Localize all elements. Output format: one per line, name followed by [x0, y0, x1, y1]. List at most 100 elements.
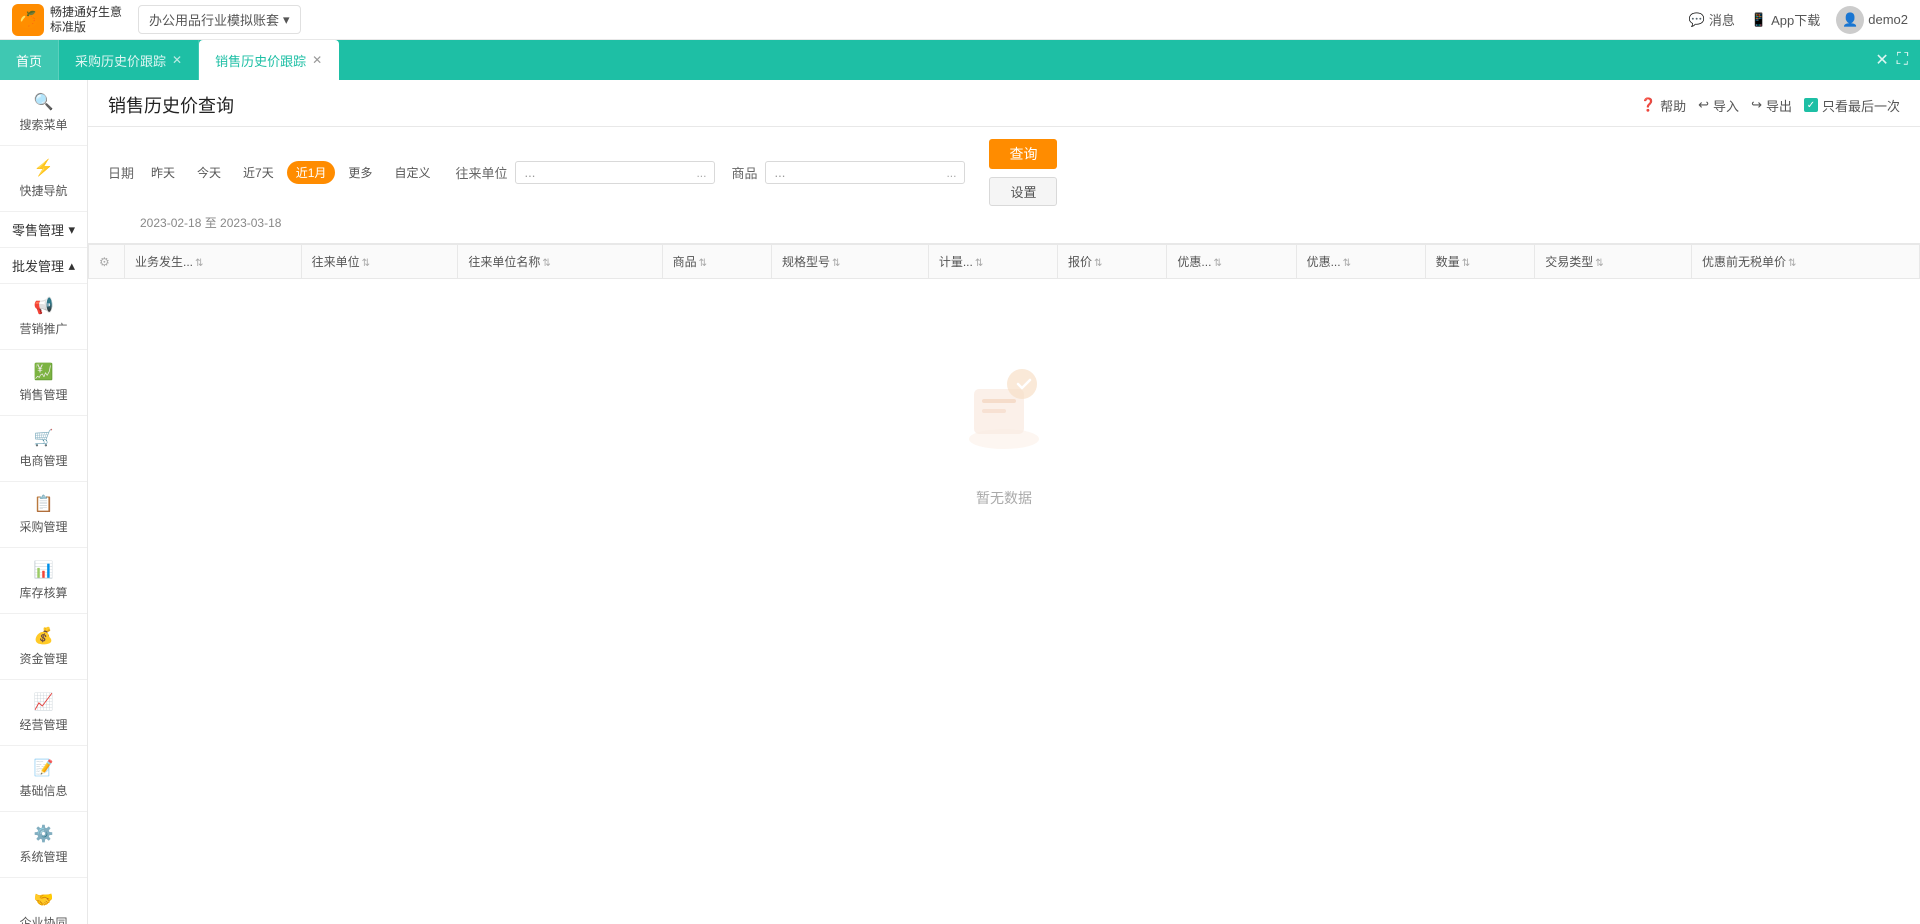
table-header-row: ⚙ 业务发生...⇅ 往来单位⇅ 往来单位名称⇅ 商品⇅ 规格型号⇅ 计量...…: [89, 245, 1920, 279]
partner-input-icon: ...: [696, 166, 706, 180]
sidebar-item-operations-label: 经营管理: [19, 716, 67, 733]
filter-area: 日期 昨天 今天 近7天 近1月 更多 自定义 往来单位 ... .: [88, 127, 1920, 244]
app-download-button[interactable]: 📱 App下载: [1751, 10, 1820, 29]
close-window-button[interactable]: ✕: [1875, 50, 1888, 70]
page-header: 销售历史价查询 ❓ 帮助 ↩ 导入 ↪ 导出 ✓: [88, 80, 1920, 127]
goods-input-icon: ...: [946, 166, 956, 180]
help-icon: ❓: [1640, 97, 1656, 113]
quick-nav-icon: ⚡: [34, 158, 54, 178]
tab-bar-right: ✕ ⛶: [1875, 40, 1920, 80]
tab-sales-history-close[interactable]: ✕: [312, 53, 322, 67]
system-mgmt-icon: ⚙️: [34, 824, 54, 844]
table-settings-icon[interactable]: ⚙: [99, 255, 110, 269]
sidebar-item-enterprise-collab[interactable]: 🤝 企业协同: [0, 878, 87, 924]
tab-purchase-history-close[interactable]: ✕: [172, 53, 182, 67]
sidebar-item-sales-mgmt[interactable]: 💹 销售管理: [0, 350, 87, 416]
tab-purchase-history-label: 采购历史价跟踪: [75, 51, 166, 70]
date-btn-last1m[interactable]: 近1月: [287, 161, 336, 184]
tab-purchase-history[interactable]: 采购历史价跟踪 ✕: [59, 40, 199, 80]
main-layout: 🔍 搜索菜单 ⚡ 快捷导航 零售管理 ▾ 批发管理 ▴ 📢 营销推广 💹 销售管…: [0, 80, 1920, 924]
goods-filter: 商品 ... ...: [731, 161, 965, 184]
sidebar-item-quick-nav-label: 快捷导航: [19, 182, 67, 199]
import-icon: ↩: [1698, 97, 1709, 113]
tab-home[interactable]: 首页: [0, 40, 59, 80]
sales-mgmt-icon: 💹: [34, 362, 54, 382]
sidebar-item-inventory[interactable]: 📊 库存核算: [0, 548, 87, 614]
help-button[interactable]: ❓ 帮助: [1640, 96, 1686, 115]
export-button[interactable]: ↪ 导出: [1751, 96, 1792, 115]
date-btn-more[interactable]: 更多: [339, 161, 381, 184]
query-button[interactable]: 查询: [989, 139, 1057, 169]
date-range-display: 2023-02-18 至 2023-03-18: [140, 214, 281, 231]
filter-actions: 查询 设置: [989, 139, 1057, 206]
sidebar-item-system-mgmt[interactable]: ⚙️ 系统管理: [0, 812, 87, 878]
col-price[interactable]: 报价⇅: [1058, 245, 1167, 279]
sidebar-item-retail-mgmt[interactable]: 零售管理 ▾: [0, 212, 87, 248]
export-icon: ↪: [1751, 97, 1762, 113]
col-unit[interactable]: 计量...⇅: [928, 245, 1057, 279]
sidebar-item-quick-nav[interactable]: ⚡ 快捷导航: [0, 146, 87, 212]
sidebar-item-purchase[interactable]: 📋 采购管理: [0, 482, 87, 548]
partner-input[interactable]: ... ...: [515, 161, 715, 184]
page-title: 销售历史价查询: [108, 92, 234, 118]
message-button[interactable]: 💬 消息: [1689, 10, 1735, 29]
sidebar-item-ecommerce[interactable]: 🛒 电商管理: [0, 416, 87, 482]
workspace-label: 办公用品行业模拟账套: [149, 10, 279, 29]
search-icon: 🔍: [34, 92, 54, 112]
logo-icon: 🍊: [12, 4, 44, 36]
date-btn-yesterday[interactable]: 昨天: [142, 161, 184, 184]
inventory-icon: 📊: [34, 560, 54, 580]
tab-sales-history[interactable]: 销售历史价跟踪 ✕: [199, 40, 339, 80]
col-discount2[interactable]: 优惠...⇅: [1296, 245, 1425, 279]
user-menu[interactable]: 👤 demo2: [1836, 6, 1908, 34]
col-pretax-price[interactable]: 优惠前无税单价⇅: [1692, 245, 1920, 279]
date-btn-custom[interactable]: 自定义: [385, 161, 439, 184]
col-partner-name[interactable]: 往来单位名称⇅: [458, 245, 662, 279]
empty-state: 暂无数据: [88, 279, 1920, 588]
workspace-selector[interactable]: 办公用品行业模拟账套 ▾: [138, 5, 301, 34]
date-filter-label: 日期: [108, 163, 134, 182]
tab-bar: 首页 采购历史价跟踪 ✕ 销售历史价跟踪 ✕ ✕ ⛶: [0, 40, 1920, 80]
col-biz-date[interactable]: 业务发生...⇅: [125, 245, 302, 279]
avatar: 👤: [1836, 6, 1864, 34]
purchase-icon: 📋: [34, 494, 54, 514]
maximize-window-button[interactable]: ⛶: [1897, 51, 1908, 69]
logo-area: 🍊 畅捷通好生意 标准版: [12, 4, 122, 36]
col-goods[interactable]: 商品⇅: [662, 245, 771, 279]
basic-info-icon: 📝: [34, 758, 54, 778]
top-bar: 🍊 畅捷通好生意 标准版 办公用品行业模拟账套 ▾ 💬 消息 📱 App下载 👤…: [0, 0, 1920, 40]
setting-button[interactable]: 设置: [989, 177, 1057, 206]
filter-row2: 2023-02-18 至 2023-03-18: [108, 214, 1900, 231]
app-icon: 📱: [1751, 12, 1767, 28]
sidebar-item-search-menu-label: 搜索菜单: [19, 116, 67, 133]
col-trade-type[interactable]: 交易类型⇅: [1535, 245, 1692, 279]
col-quantity[interactable]: 数量⇅: [1425, 245, 1534, 279]
sidebar-item-search-menu[interactable]: 🔍 搜索菜单: [0, 80, 87, 146]
top-bar-left: 🍊 畅捷通好生意 标准版 办公用品行业模拟账套 ▾: [12, 4, 301, 36]
col-discount1[interactable]: 优惠...⇅: [1167, 245, 1296, 279]
enterprise-collab-icon: 🤝: [34, 890, 54, 910]
col-partner-code[interactable]: 往来单位⇅: [301, 245, 458, 279]
message-icon: 💬: [1689, 12, 1705, 28]
wholesale-mgmt-label: 批发管理: [12, 256, 64, 275]
sidebar-item-marketing[interactable]: 📢 营销推广: [0, 284, 87, 350]
page-header-actions: ❓ 帮助 ↩ 导入 ↪ 导出 ✓ 只看最后一次: [1640, 96, 1900, 115]
show-last-once-toggle[interactable]: ✓ 只看最后一次: [1804, 96, 1900, 115]
sidebar-item-operations[interactable]: 📈 经营管理: [0, 680, 87, 746]
ecommerce-icon: 🛒: [34, 428, 54, 448]
col-spec[interactable]: 规格型号⇅: [772, 245, 929, 279]
import-button[interactable]: ↩ 导入: [1698, 96, 1739, 115]
sidebar-item-basic-info-label: 基础信息: [19, 782, 67, 799]
sidebar-item-wholesale-mgmt[interactable]: 批发管理 ▴: [0, 248, 87, 284]
data-table: ⚙ 业务发生...⇅ 往来单位⇅ 往来单位名称⇅ 商品⇅ 规格型号⇅ 计量...…: [88, 244, 1920, 279]
sidebar-item-ecommerce-label: 电商管理: [19, 452, 67, 469]
goods-input[interactable]: ... ...: [765, 161, 965, 184]
table-container: ⚙ 业务发生...⇅ 往来单位⇅ 往来单位名称⇅ 商品⇅ 规格型号⇅ 计量...…: [88, 244, 1920, 924]
sidebar-item-basic-info[interactable]: 📝 基础信息: [0, 746, 87, 812]
sidebar-item-finance[interactable]: 💰 资金管理: [0, 614, 87, 680]
top-bar-right: 💬 消息 📱 App下载 👤 demo2: [1689, 6, 1908, 34]
chevron-down-icon: ▾: [68, 222, 75, 238]
date-btn-today[interactable]: 今天: [188, 161, 230, 184]
date-btn-last7[interactable]: 近7天: [234, 161, 283, 184]
partner-filter-label: 往来单位: [455, 163, 507, 182]
